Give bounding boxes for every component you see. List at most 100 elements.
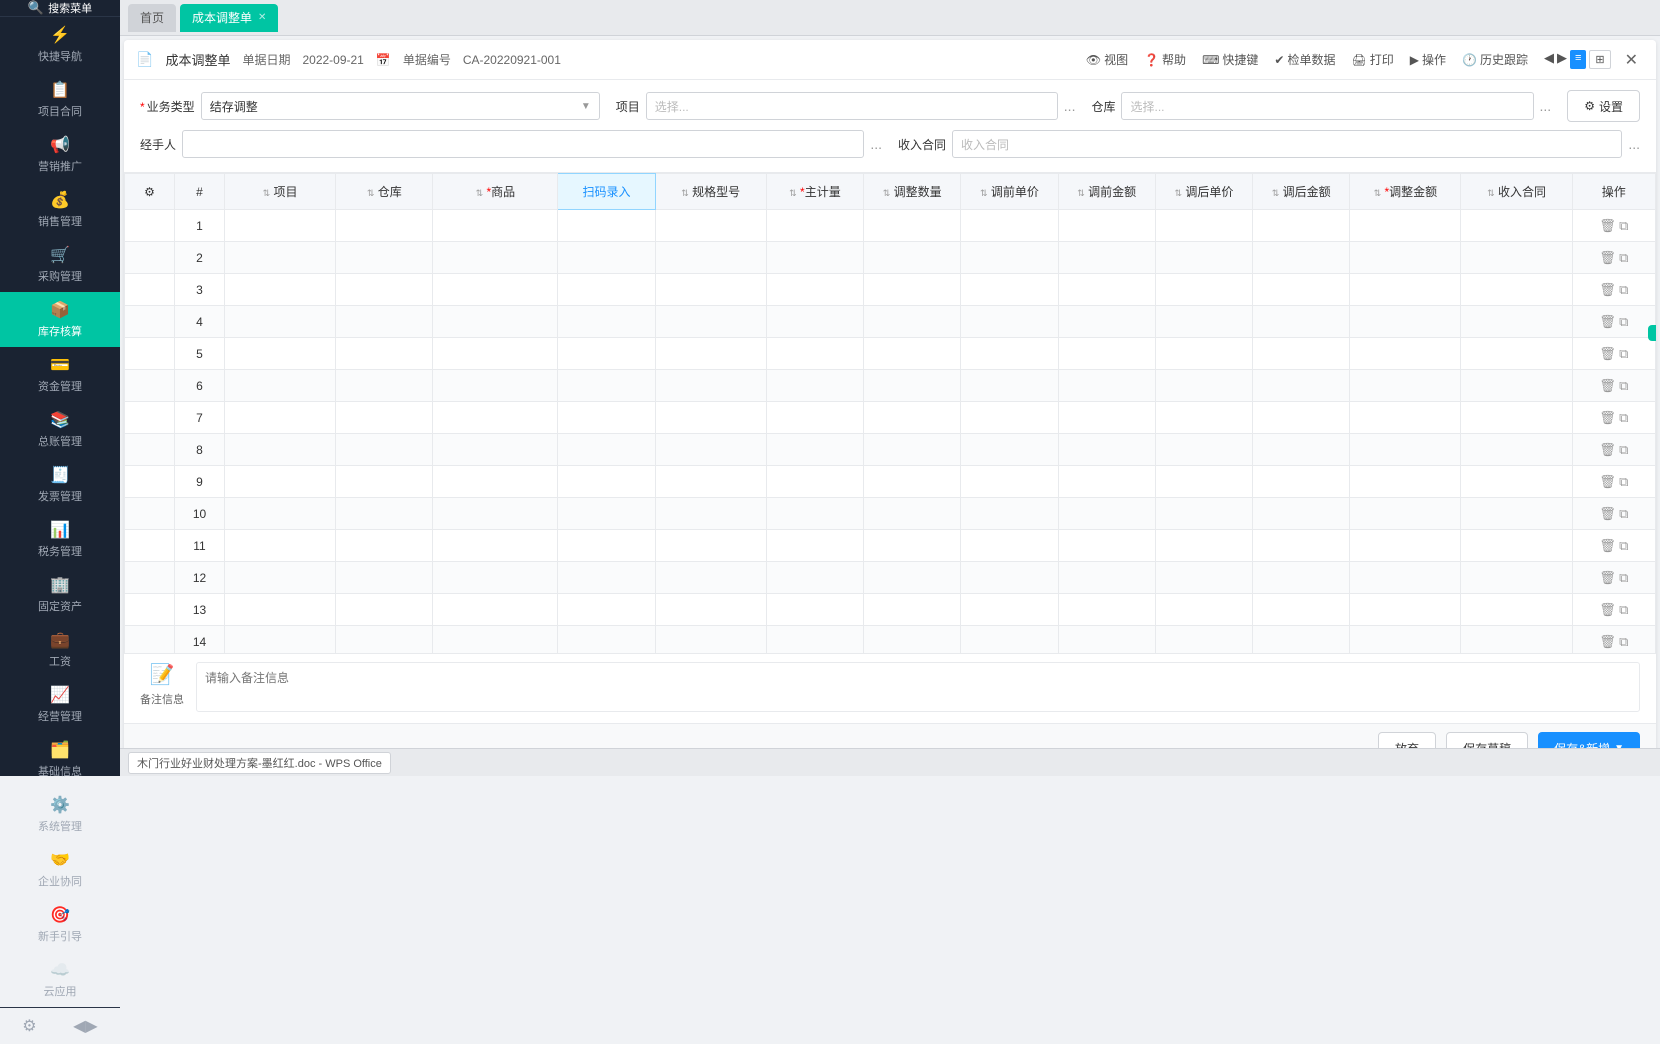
table-cell[interactable] xyxy=(225,466,336,498)
table-cell[interactable] xyxy=(655,242,766,274)
table-cell[interactable] xyxy=(1253,498,1350,530)
table-cell[interactable] xyxy=(558,562,655,594)
table-cell[interactable] xyxy=(433,466,558,498)
table-cell[interactable] xyxy=(1155,434,1252,466)
table-cell[interactable] xyxy=(1155,594,1252,626)
table-cell[interactable] xyxy=(766,338,863,370)
table-cell[interactable] xyxy=(961,306,1058,338)
income-contract-input[interactable]: 收入合同 xyxy=(952,130,1622,158)
table-cell[interactable] xyxy=(655,466,766,498)
table-cell[interactable] xyxy=(864,626,961,654)
table-cell[interactable] xyxy=(433,402,558,434)
table-cell[interactable] xyxy=(1155,466,1252,498)
table-cell[interactable] xyxy=(1155,626,1252,654)
table-cell[interactable] xyxy=(1155,562,1252,594)
table-cell[interactable] xyxy=(1350,466,1461,498)
table-cell[interactable] xyxy=(864,562,961,594)
sidebar-item-tax[interactable]: 📊 税务管理 xyxy=(0,512,120,567)
table-cell[interactable] xyxy=(766,498,863,530)
delete-row-icon[interactable]: 🗑 xyxy=(1599,282,1616,297)
table-cell[interactable] xyxy=(225,434,336,466)
income-contract-more-icon[interactable]: ... xyxy=(1628,136,1640,152)
table-cell[interactable] xyxy=(433,274,558,306)
table-cell[interactable] xyxy=(433,434,558,466)
table-cell[interactable] xyxy=(433,306,558,338)
table-cell[interactable] xyxy=(125,274,175,306)
table-cell[interactable] xyxy=(766,594,863,626)
table-cell[interactable] xyxy=(336,562,433,594)
table-cell[interactable] xyxy=(766,562,863,594)
table-cell[interactable] xyxy=(125,434,175,466)
table-cell[interactable] xyxy=(1155,306,1252,338)
copy-row-icon[interactable]: ⧉ xyxy=(1619,474,1628,489)
table-cell[interactable] xyxy=(864,242,961,274)
th-unit[interactable]: ⇅ *主计量 xyxy=(766,174,863,210)
table-cell[interactable] xyxy=(125,498,175,530)
table-cell[interactable] xyxy=(125,306,175,338)
copy-row-icon[interactable]: ⧉ xyxy=(1619,570,1628,585)
table-cell[interactable] xyxy=(1058,434,1155,466)
table-cell[interactable] xyxy=(125,562,175,594)
table-cell[interactable] xyxy=(1461,242,1572,274)
table-cell[interactable] xyxy=(961,370,1058,402)
table-cell[interactable] xyxy=(1058,498,1155,530)
table-cell[interactable] xyxy=(1461,402,1572,434)
table-cell[interactable] xyxy=(336,338,433,370)
project-more-icon[interactable]: ... xyxy=(1064,98,1076,114)
table-cell[interactable] xyxy=(655,370,766,402)
table-cell[interactable] xyxy=(864,274,961,306)
table-cell[interactable] xyxy=(864,498,961,530)
table-cell[interactable] xyxy=(336,626,433,654)
th-spec[interactable]: ⇅ 规格型号 xyxy=(655,174,766,210)
collapse-icon[interactable]: ◀▶ xyxy=(73,1016,98,1036)
table-cell[interactable] xyxy=(433,498,558,530)
table-cell[interactable] xyxy=(433,626,558,654)
delete-row-icon[interactable]: 🗑 xyxy=(1599,250,1616,265)
th-settings[interactable]: ⚙ xyxy=(125,174,175,210)
table-cell[interactable] xyxy=(1155,498,1252,530)
table-cell[interactable] xyxy=(766,242,863,274)
table-cell[interactable] xyxy=(1253,242,1350,274)
delete-row-icon[interactable]: 🗑 xyxy=(1599,506,1616,521)
copy-row-icon[interactable]: ⧉ xyxy=(1619,218,1628,233)
sidebar-item-cooperation[interactable]: 🤝 企业协同 xyxy=(0,842,120,897)
table-cell[interactable] xyxy=(1253,402,1350,434)
sidebar-item-ledger[interactable]: 📚 总账管理 xyxy=(0,402,120,457)
table-cell[interactable] xyxy=(1253,370,1350,402)
table-cell[interactable] xyxy=(1058,306,1155,338)
table-cell[interactable] xyxy=(1155,210,1252,242)
table-cell[interactable] xyxy=(766,530,863,562)
delete-row-icon[interactable]: 🗑 xyxy=(1599,346,1616,361)
sidebar-item-contract[interactable]: 📋 项目合同 xyxy=(0,72,120,127)
table-cell[interactable] xyxy=(1058,210,1155,242)
table-cell[interactable] xyxy=(1058,370,1155,402)
table-cell[interactable] xyxy=(558,594,655,626)
table-cell[interactable] xyxy=(961,530,1058,562)
table-cell[interactable] xyxy=(655,626,766,654)
table-cell[interactable] xyxy=(1058,562,1155,594)
table-cell[interactable] xyxy=(1253,530,1350,562)
warehouse-select[interactable]: 选择... xyxy=(1121,92,1533,120)
table-cell[interactable] xyxy=(655,562,766,594)
th-qty[interactable]: ⇅ 调整数量 xyxy=(864,174,961,210)
table-cell[interactable] xyxy=(1461,530,1572,562)
action-btn[interactable]: ▶ 操作 xyxy=(1406,49,1450,70)
table-cell[interactable] xyxy=(1155,370,1252,402)
copy-row-icon[interactable]: ⧉ xyxy=(1619,442,1628,457)
table-cell[interactable] xyxy=(433,242,558,274)
table-cell[interactable] xyxy=(655,306,766,338)
copy-row-icon[interactable]: ⧉ xyxy=(1619,250,1628,265)
table-cell[interactable] xyxy=(336,498,433,530)
history-btn[interactable]: 🕐 历史跟踪 xyxy=(1458,49,1532,70)
th-amt2[interactable]: ⇅ 调后金额 xyxy=(1253,174,1350,210)
table-cell[interactable] xyxy=(558,274,655,306)
table-cell[interactable] xyxy=(961,242,1058,274)
table-cell[interactable] xyxy=(1350,370,1461,402)
table-cell[interactable] xyxy=(655,594,766,626)
table-cell[interactable] xyxy=(766,370,863,402)
delete-row-icon[interactable]: 🗑 xyxy=(1599,474,1616,489)
delete-row-icon[interactable]: 🗑 xyxy=(1599,570,1616,585)
copy-row-icon[interactable]: ⧉ xyxy=(1619,346,1628,361)
settings-bottom-icon[interactable]: ⚙ xyxy=(22,1016,36,1036)
sidebar-item-quicknav[interactable]: ⚡ 快捷导航 xyxy=(0,17,120,72)
